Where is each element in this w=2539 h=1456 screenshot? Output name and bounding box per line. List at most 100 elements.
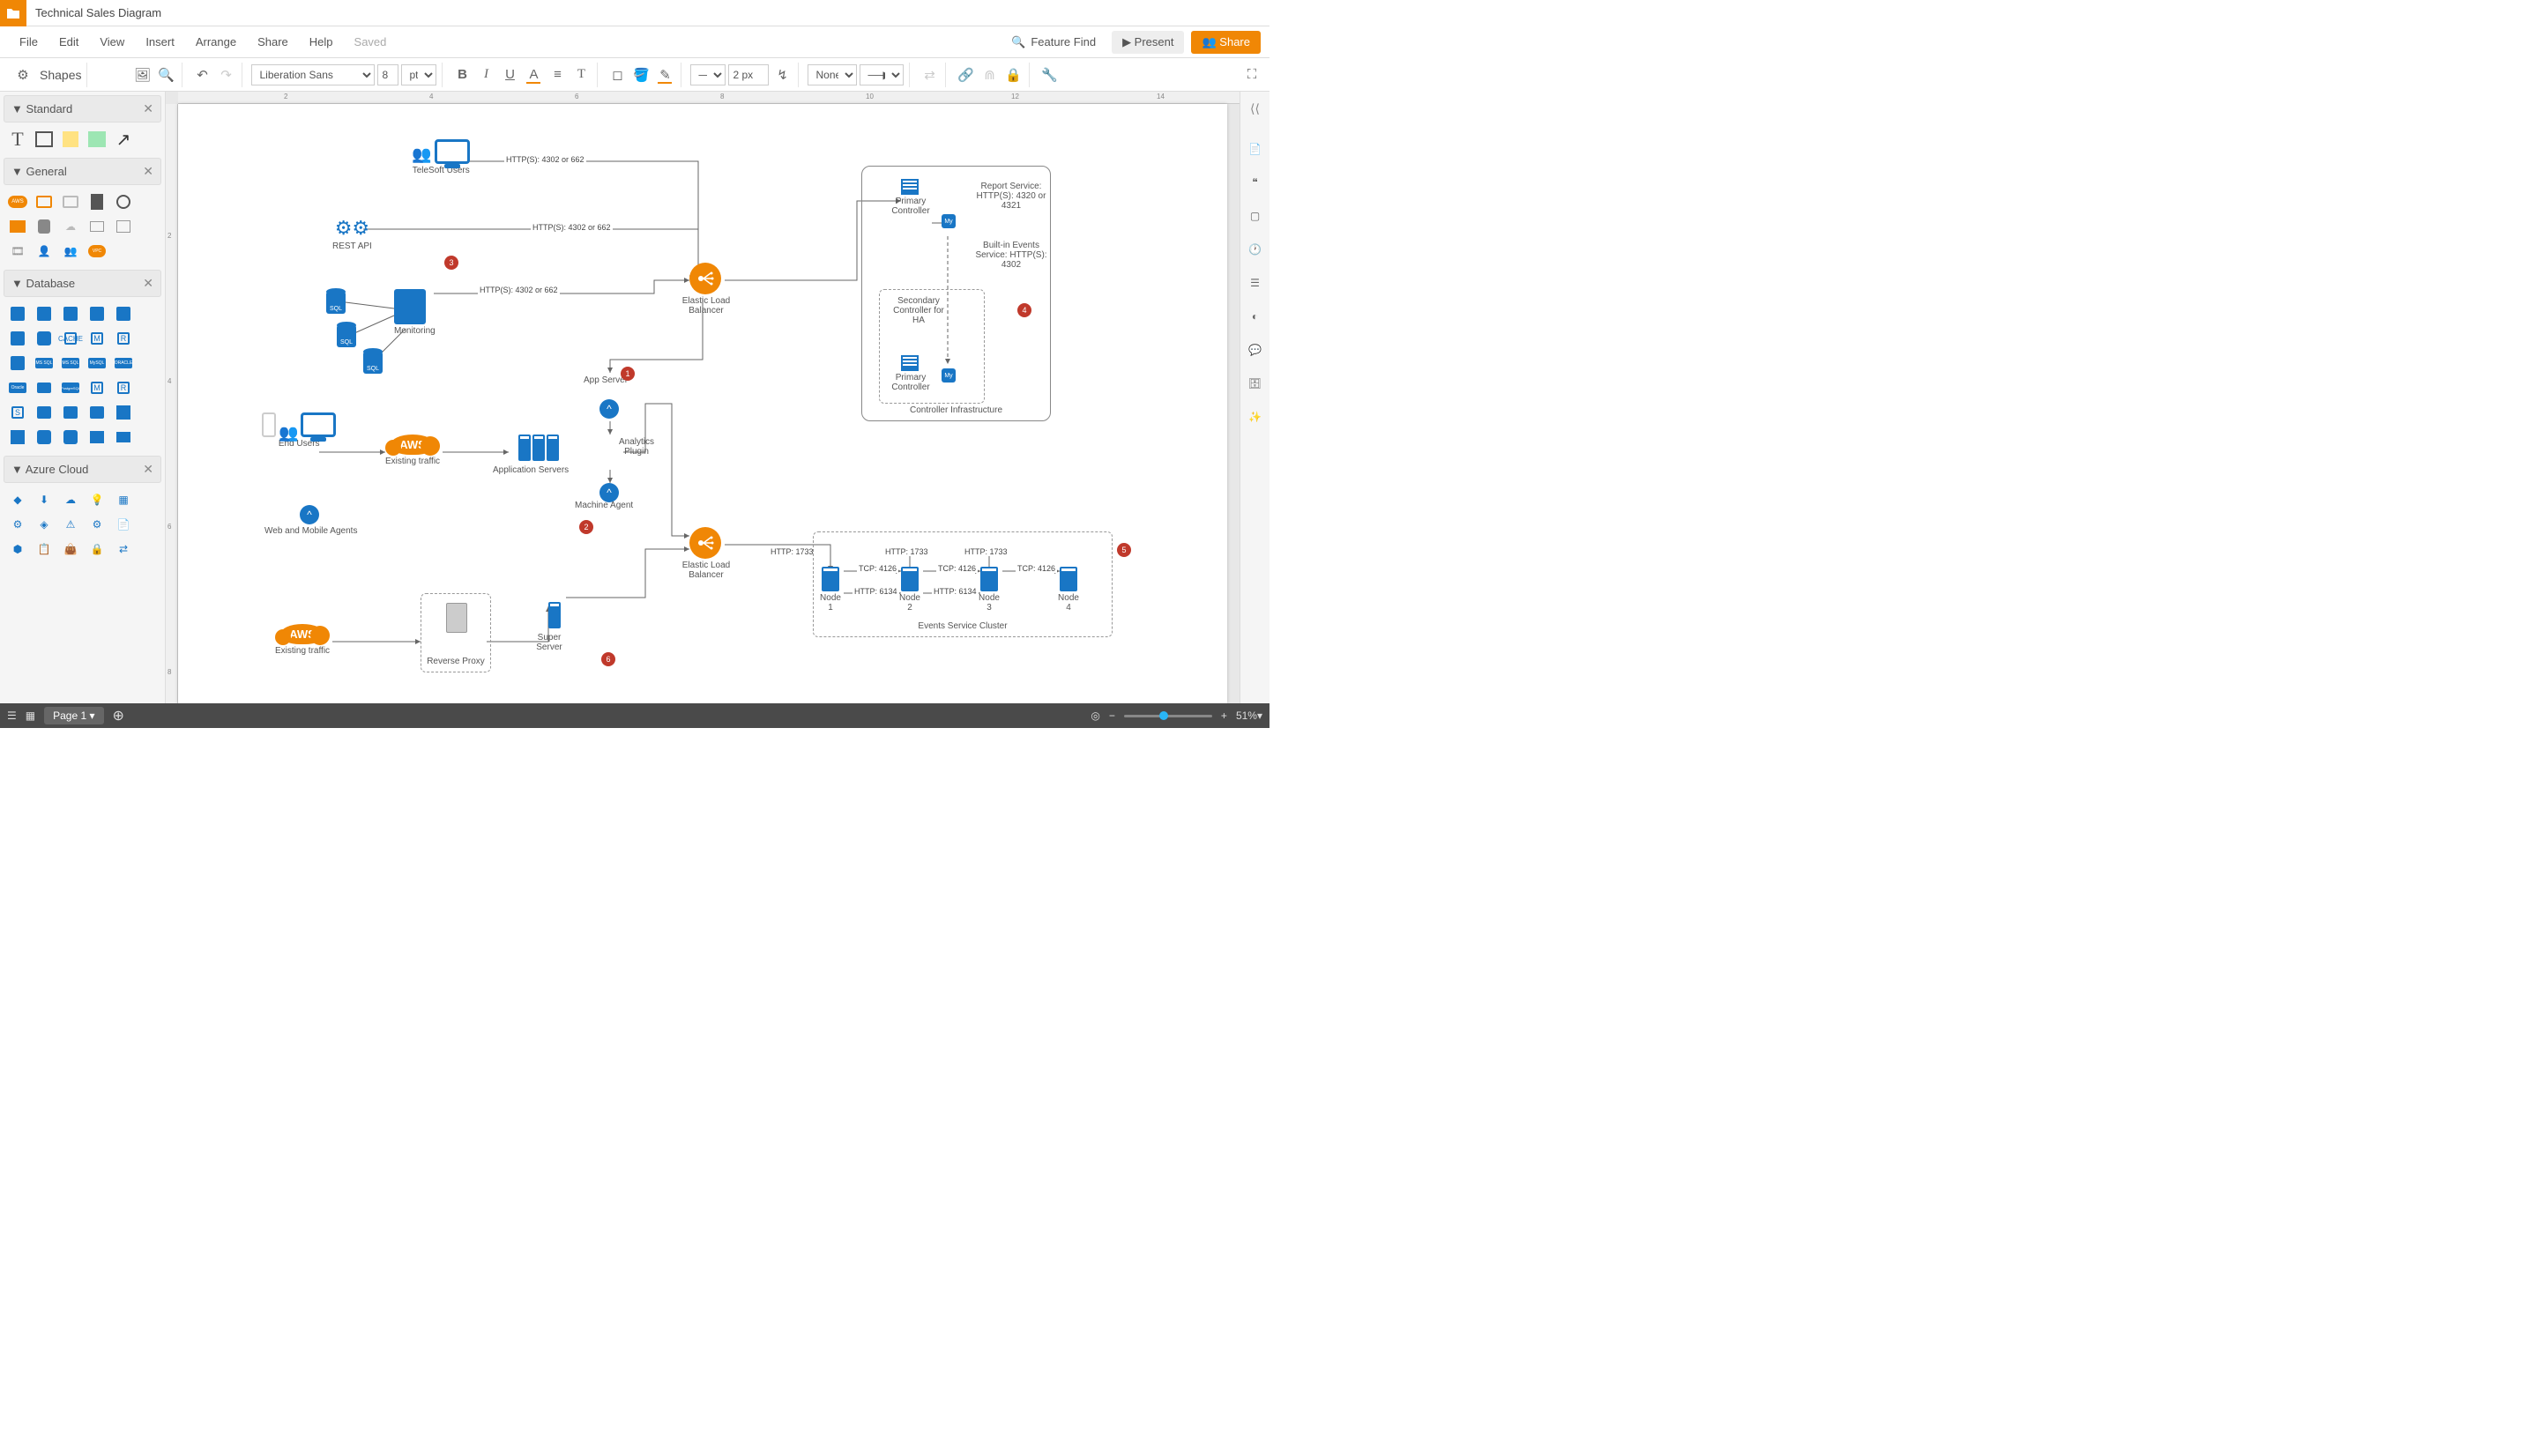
share-button[interactable]: 👥 Share <box>1191 31 1261 54</box>
target-icon[interactable]: ◎ <box>1091 709 1099 722</box>
azure-shape[interactable]: ⚙ <box>86 515 108 534</box>
line-style-select[interactable]: ── <box>690 64 726 85</box>
fill-color-button[interactable]: 🪣 <box>630 64 652 85</box>
shapes-panel[interactable]: ▼ Standard✕ T ↗ ▼ General✕ AWS ☁ 🎞 👤 👥 <box>0 92 166 703</box>
node-monitoring[interactable]: Monitoring <box>394 289 436 336</box>
stroke-width-input[interactable] <box>728 64 769 85</box>
zoom-in-button[interactable]: + <box>1221 709 1227 722</box>
db-shape[interactable] <box>60 427 81 447</box>
user-icon[interactable]: 👤 <box>34 241 55 261</box>
node-3[interactable]: Node 3 <box>980 567 1002 613</box>
block-shape[interactable] <box>86 130 108 149</box>
aws-cloud-icon[interactable]: AWS <box>7 192 28 212</box>
italic-button[interactable]: I <box>475 64 496 85</box>
azure-shape[interactable]: ⇄ <box>113 539 134 559</box>
circle-icon[interactable] <box>113 192 134 212</box>
fill-shape-button[interactable]: ◻ <box>607 64 628 85</box>
node-aws-cloud-2[interactable]: AWS Existing traffic <box>275 624 330 656</box>
stack-icon[interactable] <box>7 217 28 236</box>
db-shape[interactable]: ORACLE <box>113 353 134 373</box>
lock-icon[interactable]: 🔒 <box>1002 64 1024 85</box>
db-shape[interactable] <box>34 304 55 323</box>
monitor-gray-icon[interactable] <box>60 192 81 212</box>
azure-shape[interactable]: ⚠ <box>60 515 81 534</box>
azure-shape[interactable]: 💡 <box>86 490 108 509</box>
azure-shape[interactable]: 📄 <box>113 515 134 534</box>
db-gray-icon[interactable] <box>34 217 55 236</box>
zoom-out-button[interactable]: − <box>1109 709 1115 722</box>
menu-insert[interactable]: Insert <box>135 35 185 48</box>
list-view-icon[interactable]: ☰ <box>7 709 17 722</box>
font-unit-select[interactable]: pt <box>401 64 436 85</box>
db-shape[interactable] <box>113 403 134 422</box>
font-size-input[interactable] <box>377 64 398 85</box>
db-shape[interactable] <box>7 329 28 348</box>
wrench-icon[interactable]: 🔧 <box>1039 64 1060 85</box>
menu-help[interactable]: Help <box>299 35 344 48</box>
node-analytics-top[interactable]: ^ <box>599 399 619 419</box>
panel-azure-header[interactable]: ▼ Azure Cloud✕ <box>4 456 161 483</box>
clock-icon[interactable]: 🕐 <box>1246 240 1265 259</box>
azure-shape[interactable]: ◈ <box>34 515 55 534</box>
building-icon[interactable] <box>86 192 108 212</box>
link-icon[interactable]: 🔗 <box>955 64 976 85</box>
node-telesoft-users[interactable]: 👥 TeleSoft Users <box>412 139 470 175</box>
canvas-area[interactable]: 2468101214 2468 <box>166 92 1240 703</box>
add-page-button[interactable]: ⊕ <box>113 707 124 724</box>
close-icon[interactable]: ✕ <box>143 462 153 477</box>
monitor-icon[interactable] <box>34 192 55 212</box>
node-rest-api[interactable]: ⚙⚙ REST API <box>332 217 372 251</box>
film-icon[interactable]: 🎞 <box>7 241 28 261</box>
menu-arrange[interactable]: Arrange <box>185 35 247 48</box>
panel-general-header[interactable]: ▼ General✕ <box>4 158 161 185</box>
azure-shape[interactable]: 👜 <box>60 539 81 559</box>
db-shape[interactable] <box>34 329 55 348</box>
cloud-gray-icon[interactable]: ☁ <box>60 217 81 236</box>
data-icon[interactable]: 🗄 <box>1246 374 1265 393</box>
node-elb-2[interactable]: Elastic Load Balancer <box>689 527 737 580</box>
magnet-icon[interactable]: ⋒ <box>979 64 1000 85</box>
arrow-end-select[interactable]: ──▶ <box>860 64 904 85</box>
layers-icon[interactable]: ☰ <box>1246 273 1265 293</box>
quote-icon[interactable]: ❝ <box>1246 173 1265 192</box>
node-super-server[interactable]: Super Server <box>542 602 567 652</box>
image-icon[interactable]: 🖼 <box>131 64 153 85</box>
present-icon[interactable]: ▢ <box>1246 206 1265 226</box>
zoom-slider[interactable] <box>1124 715 1212 717</box>
shapes-label[interactable]: Shapes <box>36 68 81 82</box>
collapse-icon[interactable]: ⟨⟨ <box>1246 99 1265 118</box>
fullscreen-icon[interactable]: ⛶ <box>1241 64 1262 85</box>
text-color-button[interactable]: A <box>523 64 544 85</box>
db-shape[interactable] <box>34 427 55 447</box>
db-shape[interactable] <box>113 427 134 447</box>
db-shape[interactable] <box>86 403 108 422</box>
arrow-shape[interactable]: ↗ <box>113 130 134 149</box>
node-web-mobile-agents[interactable]: ^ Web and Mobile Agents <box>300 505 357 536</box>
comment-icon[interactable]: 💬 <box>1246 340 1265 360</box>
panel-standard-header[interactable]: ▼ Standard✕ <box>4 95 161 123</box>
font-select[interactable]: Liberation Sans <box>251 64 375 85</box>
users-icon[interactable]: 👥 <box>60 241 81 261</box>
undo-button[interactable]: ↶ <box>191 64 212 85</box>
db-shape[interactable] <box>7 353 28 373</box>
canvas[interactable]: HTTP(S): 4302 or 662 HTTP(S): 4302 or 66… <box>178 104 1227 703</box>
azure-shape[interactable]: ⬢ <box>7 539 28 559</box>
node-primary-controller[interactable]: Primary Controller <box>901 179 933 216</box>
calendar-icon[interactable] <box>113 217 134 236</box>
node-machine-agent[interactable]: ^ <box>599 483 619 502</box>
page-select[interactable]: Page 1 ▾ <box>44 707 103 724</box>
db-shape[interactable] <box>60 403 81 422</box>
node-sql-db[interactable]: SQL <box>363 351 383 374</box>
close-icon[interactable]: ✕ <box>143 276 153 291</box>
line-curve-button[interactable]: ↯ <box>771 64 793 85</box>
diagram[interactable]: HTTP(S): 4302 or 662 HTTP(S): 4302 or 66… <box>178 104 1227 703</box>
azure-shape[interactable]: ⚙ <box>7 515 28 534</box>
db-shape[interactable]: Oracle <box>7 378 28 397</box>
azure-shape[interactable]: ☁ <box>60 490 81 509</box>
db-shape[interactable]: MS SQL <box>60 353 81 373</box>
close-icon[interactable]: ✕ <box>143 164 153 179</box>
menu-edit[interactable]: Edit <box>48 35 89 48</box>
menu-view[interactable]: View <box>89 35 135 48</box>
menu-file[interactable]: File <box>9 35 48 48</box>
node-4[interactable]: Node 4 <box>1060 567 1082 613</box>
